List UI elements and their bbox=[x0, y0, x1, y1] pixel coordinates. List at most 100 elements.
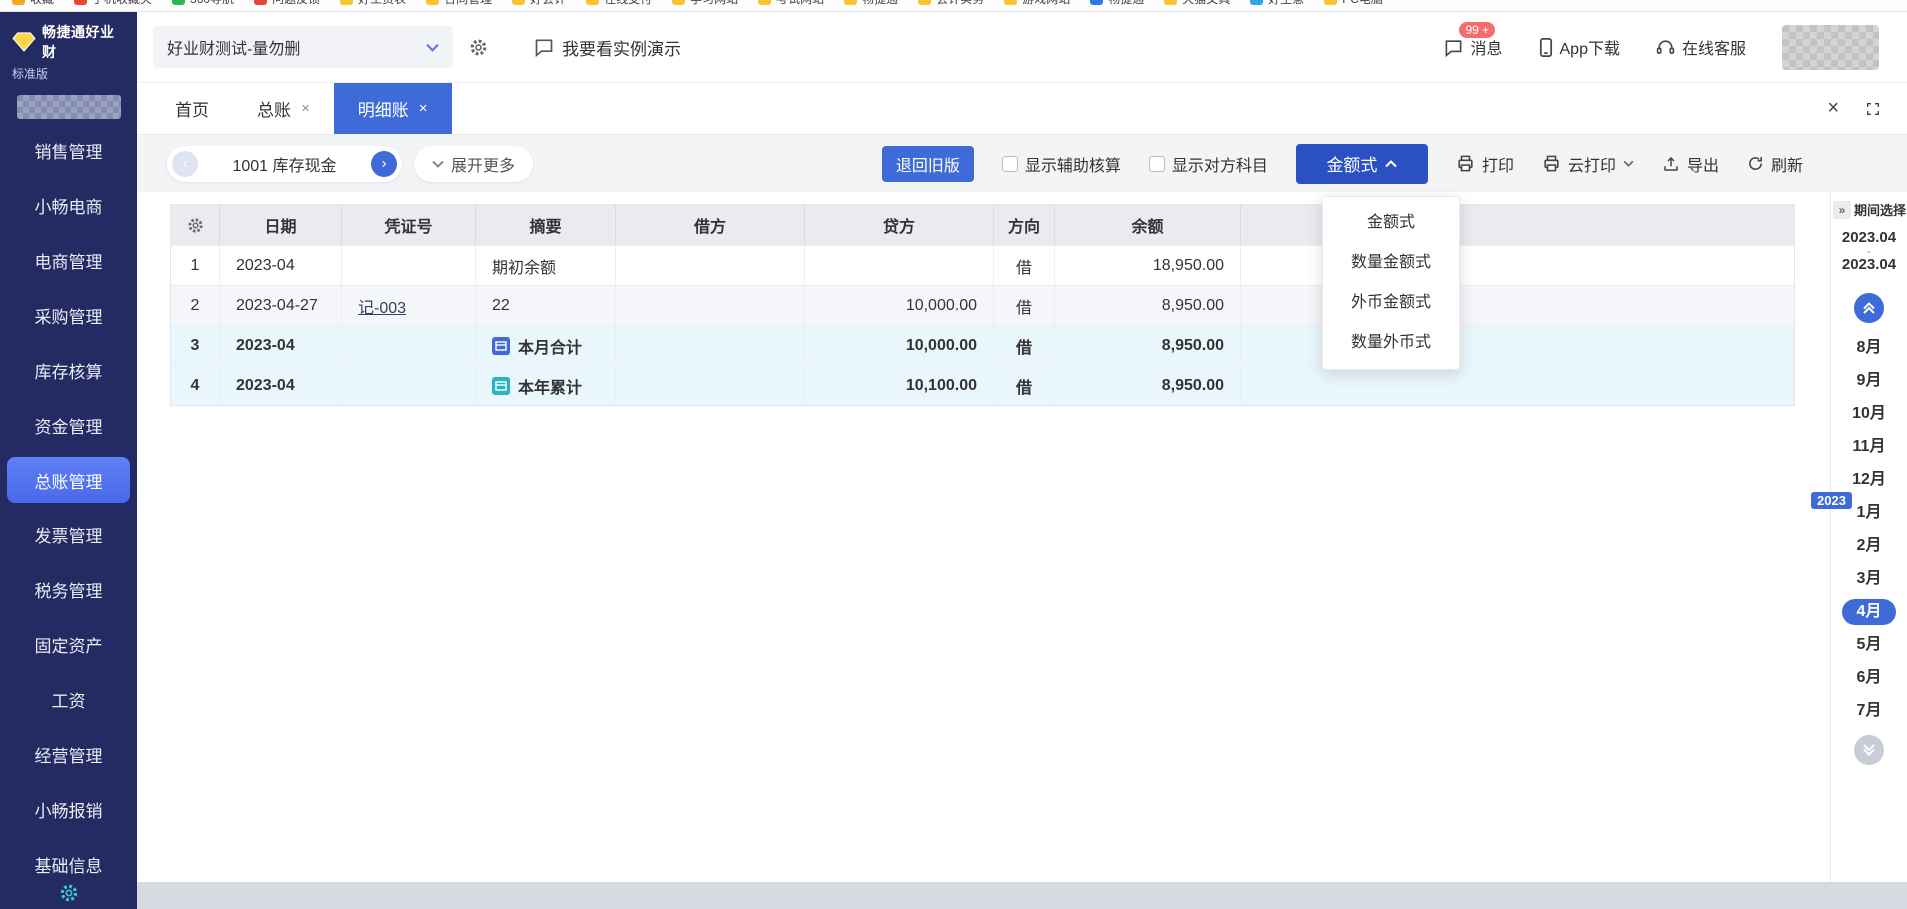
print-button[interactable]: 打印 bbox=[1456, 152, 1514, 176]
table-row[interactable]: 2 2023-04-27 记-003 22 10,000.00 借 8,950.… bbox=[171, 285, 1794, 325]
scroll-months-up-icon[interactable] bbox=[1854, 293, 1884, 323]
cell-debit bbox=[616, 286, 805, 325]
month-item[interactable]: 10月 bbox=[1831, 397, 1907, 430]
sidebar-item-inventory[interactable]: 库存核算 bbox=[0, 343, 137, 398]
next-account-icon[interactable]: › bbox=[370, 150, 397, 177]
sidebar-item-operations[interactable]: 经营管理 bbox=[0, 727, 137, 782]
brand-edition: 标准版 bbox=[12, 67, 49, 81]
account-picker[interactable]: ‹ 1001 库存现金 › bbox=[167, 145, 402, 182]
menu-item-amount-format[interactable]: 金额式 bbox=[1323, 203, 1459, 243]
collapse-panel-icon[interactable]: » bbox=[1833, 200, 1851, 219]
sidebar-item-expense[interactable]: 小畅报销 bbox=[0, 782, 137, 837]
sidebar-item-fixed-assets[interactable]: 固定资产 bbox=[0, 617, 137, 672]
bookmark-item[interactable]: 好生意 bbox=[1250, 0, 1304, 7]
sidebar-settings-gear-icon[interactable] bbox=[0, 883, 137, 903]
sidebar-item-invoices[interactable]: 发票管理 bbox=[0, 507, 137, 562]
bookmark-item[interactable]: 学习网站 bbox=[672, 0, 738, 7]
bookmark-icon bbox=[844, 0, 858, 5]
sidebar-item-sales[interactable]: 销售管理 bbox=[0, 123, 137, 178]
prev-account-icon[interactable]: ‹ bbox=[172, 150, 198, 177]
bookmark-label: 好会计 bbox=[530, 0, 566, 7]
sidebar-item-payroll[interactable]: 工资 bbox=[0, 672, 137, 727]
sidebar-item-xiaochang-ecommerce[interactable]: 小畅电商 bbox=[0, 178, 137, 233]
bookmark-item[interactable]: 畅捷通 bbox=[844, 0, 898, 7]
sidebar-item-general-ledger[interactable]: 总账管理 bbox=[7, 457, 130, 503]
table-row[interactable]: 1 2023-04 期初余额 借 18,950.00 bbox=[171, 245, 1794, 285]
sidebar-item-tax[interactable]: 税务管理 bbox=[0, 562, 137, 617]
bookmark-icon bbox=[918, 0, 932, 5]
menu-item-qty-amount-format[interactable]: 数量金额式 bbox=[1323, 243, 1459, 283]
show-aux-accounting-checkbox[interactable]: 显示辅助核算 bbox=[1001, 152, 1121, 176]
cell-credit: 10,100.00 bbox=[805, 366, 994, 405]
tab-close-icon[interactable]: × bbox=[419, 100, 428, 117]
expand-more-button[interactable]: 展开更多 bbox=[414, 145, 534, 182]
bookmark-item[interactable]: 360导航 bbox=[172, 0, 234, 7]
bookmark-item[interactable]: 畅捷通 bbox=[1090, 0, 1144, 7]
headset-icon bbox=[1656, 38, 1675, 57]
sidebar-item-purchasing[interactable]: 采购管理 bbox=[0, 288, 137, 343]
table-row-year-total[interactable]: 4 2023-04 本年累计 10,100.00 借 8,950.00 bbox=[171, 365, 1794, 405]
table-row-month-total[interactable]: 3 2023-04 本月合计 10,000.00 借 8,950.00 bbox=[171, 325, 1794, 365]
month-item[interactable]: 7月 bbox=[1831, 694, 1907, 727]
cell-seq: 4 bbox=[171, 366, 220, 405]
bookmark-item[interactable]: 游戏网站 bbox=[1004, 0, 1070, 7]
cell-voucher bbox=[342, 326, 476, 365]
cell-voucher bbox=[342, 246, 476, 285]
format-dropdown-button[interactable]: 金额式 bbox=[1295, 143, 1428, 184]
month-item[interactable]: 5月 bbox=[1831, 628, 1907, 661]
sidebar-item-blurred[interactable] bbox=[16, 95, 121, 119]
cell-direction: 借 bbox=[994, 286, 1055, 325]
messages-button[interactable]: 99 + 消息 bbox=[1444, 21, 1503, 59]
bookmark-item[interactable]: 好会计 bbox=[512, 0, 566, 7]
checkbox-box[interactable] bbox=[1148, 155, 1165, 172]
ledger-table: 日期 凭证号 摘要 借方 贷方 方向 余额 1 2023-04 期初余额 借 1… bbox=[170, 204, 1795, 406]
tab-general-ledger[interactable]: 总账 × bbox=[233, 83, 334, 134]
fullscreen-icon[interactable] bbox=[1865, 101, 1881, 117]
bookmark-item[interactable]: 好工资表 bbox=[340, 0, 406, 7]
month-item[interactable]: 11月 bbox=[1831, 430, 1907, 463]
menu-item-qty-fx-format[interactable]: 数量外币式 bbox=[1323, 323, 1459, 363]
bookmark-item[interactable]: 收藏 bbox=[12, 0, 54, 7]
show-counterpart-checkbox[interactable]: 显示对方科目 bbox=[1148, 152, 1268, 176]
bookmark-item[interactable]: 手机收藏夹 bbox=[74, 0, 152, 7]
month-item[interactable]: 8月 bbox=[1831, 331, 1907, 364]
header-balance: 余额 bbox=[1055, 205, 1241, 245]
scroll-months-down-icon[interactable] bbox=[1854, 735, 1884, 765]
month-item-selected[interactable]: 4月 bbox=[1831, 595, 1907, 628]
bookmark-item[interactable]: 在线支付 bbox=[586, 0, 652, 7]
bookmark-item[interactable]: 合同管理 bbox=[426, 0, 492, 7]
export-button[interactable]: 导出 bbox=[1662, 152, 1719, 176]
cloud-print-label: 云打印 bbox=[1567, 157, 1616, 175]
voucher-link[interactable]: 记-003 bbox=[358, 294, 406, 318]
bookmark-item[interactable]: 考试网站 bbox=[758, 0, 824, 7]
refresh-button[interactable]: 刷新 bbox=[1747, 152, 1803, 176]
month-item[interactable]: 6月 bbox=[1831, 661, 1907, 694]
online-service-button[interactable]: 在线客服 bbox=[1656, 35, 1746, 59]
bookmark-label: 合同管理 bbox=[444, 0, 492, 7]
app-download-button[interactable]: App下载 bbox=[1539, 35, 1620, 59]
sidebar-item-ecommerce[interactable]: 电商管理 bbox=[0, 233, 137, 288]
checkbox-box[interactable] bbox=[1001, 155, 1018, 172]
tab-home[interactable]: 首页 bbox=[151, 83, 233, 134]
company-select[interactable]: 好业财测试-量勿删 bbox=[153, 26, 453, 68]
bookmark-item[interactable]: 天猫文具 bbox=[1164, 0, 1230, 7]
column-settings-gear-icon[interactable] bbox=[171, 205, 220, 245]
phone-icon bbox=[1539, 37, 1553, 57]
menu-item-fx-amount-format[interactable]: 外币金额式 bbox=[1323, 283, 1459, 323]
close-page-icon[interactable]: × bbox=[1827, 97, 1839, 120]
tab-close-icon[interactable]: × bbox=[301, 100, 310, 117]
user-avatar-blurred[interactable] bbox=[1782, 24, 1879, 70]
bookmark-item[interactable]: 会计实务 bbox=[918, 0, 984, 7]
sidebar-item-funds[interactable]: 资金管理 bbox=[0, 398, 137, 453]
cloud-print-button[interactable]: 云打印 bbox=[1542, 152, 1634, 176]
settings-gear-icon[interactable] bbox=[469, 38, 488, 57]
month-item[interactable]: 3月 bbox=[1831, 562, 1907, 595]
back-to-old-version-button[interactable]: 退回旧版 bbox=[881, 145, 974, 182]
demo-link[interactable]: 我要看实例演示 bbox=[534, 35, 681, 60]
tab-detail-ledger[interactable]: 明细账 × bbox=[333, 83, 452, 134]
bookmark-item[interactable]: PC电脑 bbox=[1324, 0, 1383, 7]
month-item[interactable]: 9月 bbox=[1831, 364, 1907, 397]
bookmark-item[interactable]: 问题反馈 bbox=[254, 0, 320, 7]
month-item[interactable]: 2月 bbox=[1831, 529, 1907, 562]
speech-bubble-icon bbox=[534, 37, 554, 57]
